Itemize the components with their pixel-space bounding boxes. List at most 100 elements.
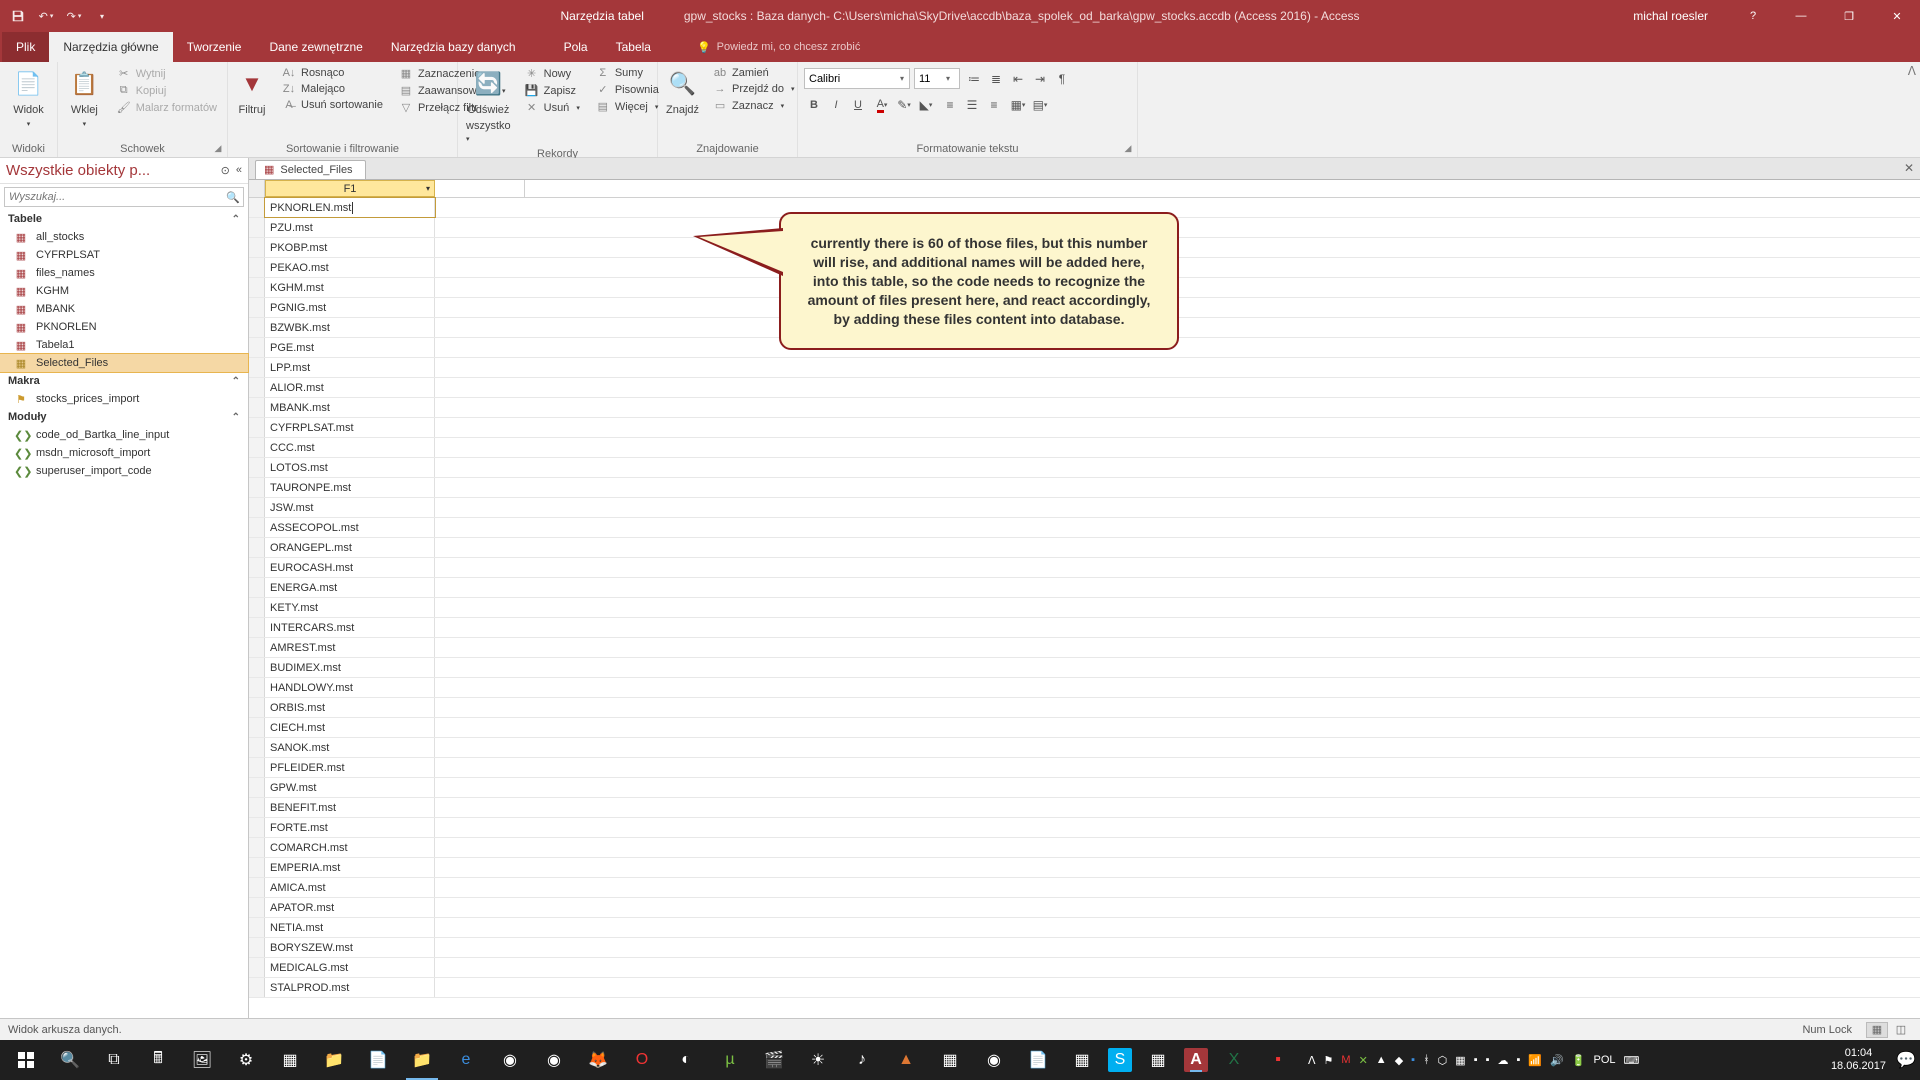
undo-icon[interactable]: ↶▾ bbox=[34, 4, 58, 28]
file-explorer-icon[interactable]: 📁 bbox=[400, 1040, 444, 1080]
table-row[interactable]: ORANGEPL.mst bbox=[249, 538, 1920, 558]
network-icon[interactable]: 📶 bbox=[1528, 1054, 1542, 1067]
table-row[interactable]: NETIA.mst bbox=[249, 918, 1920, 938]
tab-external-data[interactable]: Dane zewnętrzne bbox=[255, 32, 376, 62]
chevron-down-icon[interactable]: ▾ bbox=[941, 74, 955, 83]
font-size-combo[interactable]: ▾ bbox=[914, 68, 960, 89]
clipboard-dialog-launcher[interactable]: ◢ bbox=[211, 141, 225, 155]
cell[interactable]: HANDLOWY.mst bbox=[265, 678, 435, 697]
cell[interactable]: FORTE.mst bbox=[265, 818, 435, 837]
chrome-icon[interactable]: ◉ bbox=[488, 1040, 532, 1080]
row-selector[interactable] bbox=[249, 478, 265, 497]
row-selector[interactable] bbox=[249, 898, 265, 917]
cell[interactable]: KGHM.mst bbox=[265, 278, 435, 297]
goto-button[interactable]: →Przejdź do▾ bbox=[709, 82, 799, 96]
text-dialog-launcher[interactable]: ◢ bbox=[1121, 141, 1135, 155]
app-icon-12[interactable]: ▦ bbox=[1136, 1040, 1180, 1080]
row-selector[interactable] bbox=[249, 718, 265, 737]
cell[interactable]: CYFRPLSAT.mst bbox=[265, 418, 435, 437]
highlight-icon[interactable]: ✎▾ bbox=[894, 95, 914, 115]
app-icon-6[interactable]: ♪ bbox=[840, 1040, 884, 1080]
photos-icon[interactable]: 🖼 bbox=[180, 1040, 224, 1080]
numbering-icon[interactable]: ≣ bbox=[986, 69, 1006, 89]
table-row[interactable]: LPP.mst bbox=[249, 358, 1920, 378]
cell[interactable]: GPW.mst bbox=[265, 778, 435, 797]
nav-menu-icon[interactable]: ⊙ bbox=[221, 164, 230, 177]
redo-icon[interactable]: ↷▾ bbox=[62, 4, 86, 28]
align-left-icon[interactable]: ≡ bbox=[940, 95, 960, 115]
replace-button[interactable]: abZamień bbox=[709, 66, 799, 80]
nav-header[interactable]: Wszystkie obiekty p... ⊙« bbox=[0, 158, 248, 184]
volume-icon[interactable]: 🔊 bbox=[1550, 1054, 1564, 1067]
nav-item[interactable]: ⚑stocks_prices_import bbox=[0, 390, 248, 408]
row-selector[interactable] bbox=[249, 258, 265, 277]
cell[interactable]: APATOR.mst bbox=[265, 898, 435, 917]
close-button[interactable]: ✕ bbox=[1874, 0, 1920, 32]
table-row[interactable]: BUDIMEX.mst bbox=[249, 658, 1920, 678]
cell[interactable]: EUROCASH.mst bbox=[265, 558, 435, 577]
row-selector[interactable] bbox=[249, 338, 265, 357]
table-row[interactable]: JSW.mst bbox=[249, 498, 1920, 518]
alternate-row-color-icon[interactable]: ▤▾ bbox=[1030, 95, 1050, 115]
row-selector[interactable] bbox=[249, 558, 265, 577]
taskbar-clock[interactable]: 01:04 18.06.2017 bbox=[1821, 1047, 1896, 1072]
app-icon-5[interactable]: ☀ bbox=[796, 1040, 840, 1080]
start-button[interactable] bbox=[4, 1040, 48, 1080]
bold-icon[interactable]: B bbox=[804, 95, 824, 115]
row-selector[interactable] bbox=[249, 798, 265, 817]
table-row[interactable]: AMICA.mst bbox=[249, 878, 1920, 898]
row-selector[interactable] bbox=[249, 458, 265, 477]
row-selector[interactable] bbox=[249, 858, 265, 877]
tray-icon[interactable]: ▪ bbox=[1411, 1054, 1415, 1066]
new-record-button[interactable]: ✳Nowy bbox=[521, 66, 584, 81]
cell[interactable]: JSW.mst bbox=[265, 498, 435, 517]
cortana-search-icon[interactable]: 🔍 bbox=[48, 1040, 92, 1080]
cell[interactable]: PFLEIDER.mst bbox=[265, 758, 435, 777]
table-row[interactable]: MBANK.mst bbox=[249, 398, 1920, 418]
indent-increase-icon[interactable]: ⇥ bbox=[1030, 69, 1050, 89]
nav-search[interactable]: 🔍 bbox=[4, 187, 244, 207]
cell[interactable]: AMICA.mst bbox=[265, 878, 435, 897]
spelling-button[interactable]: ✓Pisownia bbox=[592, 82, 663, 97]
table-row[interactable]: HANDLOWY.mst bbox=[249, 678, 1920, 698]
nav-collapse-icon[interactable]: « bbox=[236, 164, 242, 177]
table-row[interactable]: STALPROD.mst bbox=[249, 978, 1920, 998]
minimize-button[interactable]: — bbox=[1778, 0, 1824, 32]
tab-home[interactable]: Narzędzia główne bbox=[49, 32, 172, 62]
row-selector[interactable] bbox=[249, 318, 265, 337]
table-row[interactable]: APATOR.mst bbox=[249, 898, 1920, 918]
table-row[interactable]: CYFRPLSAT.mst bbox=[249, 418, 1920, 438]
indent-decrease-icon[interactable]: ⇤ bbox=[1008, 69, 1028, 89]
app-icon-9[interactable]: ◉ bbox=[972, 1040, 1016, 1080]
tray-icon[interactable]: ✕ bbox=[1359, 1054, 1368, 1067]
chevron-down-icon[interactable]: ▾ bbox=[895, 74, 909, 83]
table-row[interactable]: EUROCASH.mst bbox=[249, 558, 1920, 578]
action-center-icon[interactable]: 💬 bbox=[1896, 1040, 1916, 1080]
tray-icon[interactable]: ▪ bbox=[1486, 1054, 1490, 1066]
format-painter-button[interactable]: 🖌Malarz formatów bbox=[113, 100, 221, 115]
nav-item[interactable]: ▦MBANK bbox=[0, 300, 248, 318]
cell[interactable]: AMREST.mst bbox=[265, 638, 435, 657]
skype-icon[interactable]: S bbox=[1108, 1048, 1132, 1072]
nav-item[interactable]: ▦all_stocks bbox=[0, 228, 248, 246]
cell[interactable]: PZU.mst bbox=[265, 218, 435, 237]
nav-group-header[interactable]: Moduły⌃ bbox=[0, 408, 248, 426]
battery-icon[interactable]: 🔋 bbox=[1572, 1054, 1586, 1067]
language-indicator[interactable]: POL bbox=[1594, 1054, 1616, 1066]
datasheet-grid[interactable]: F1▾ PKNORLEN.mstPZU.mstPKOBP.mstPEKAO.ms… bbox=[249, 180, 1920, 1028]
cell[interactable]: ASSECOPOL.mst bbox=[265, 518, 435, 537]
table-row[interactable]: ALIOR.mst bbox=[249, 378, 1920, 398]
cell[interactable]: KETY.mst bbox=[265, 598, 435, 617]
app-icon-4[interactable]: ◐ bbox=[664, 1040, 708, 1080]
nav-item[interactable]: ▦Tabela1 bbox=[0, 336, 248, 354]
save-record-button[interactable]: 💾Zapisz bbox=[521, 83, 584, 98]
fill-color-icon[interactable]: ◣▾ bbox=[916, 95, 936, 115]
find-button[interactable]: 🔍Znajdź bbox=[664, 66, 701, 118]
row-selector[interactable] bbox=[249, 838, 265, 857]
nav-item[interactable]: ❮❯msdn_microsoft_import bbox=[0, 444, 248, 462]
nav-item[interactable]: ▦PKNORLEN bbox=[0, 318, 248, 336]
row-selector[interactable] bbox=[249, 738, 265, 757]
table-row[interactable]: SANOK.mst bbox=[249, 738, 1920, 758]
cell[interactable]: BUDIMEX.mst bbox=[265, 658, 435, 677]
firefox-icon[interactable]: 🦊 bbox=[576, 1040, 620, 1080]
